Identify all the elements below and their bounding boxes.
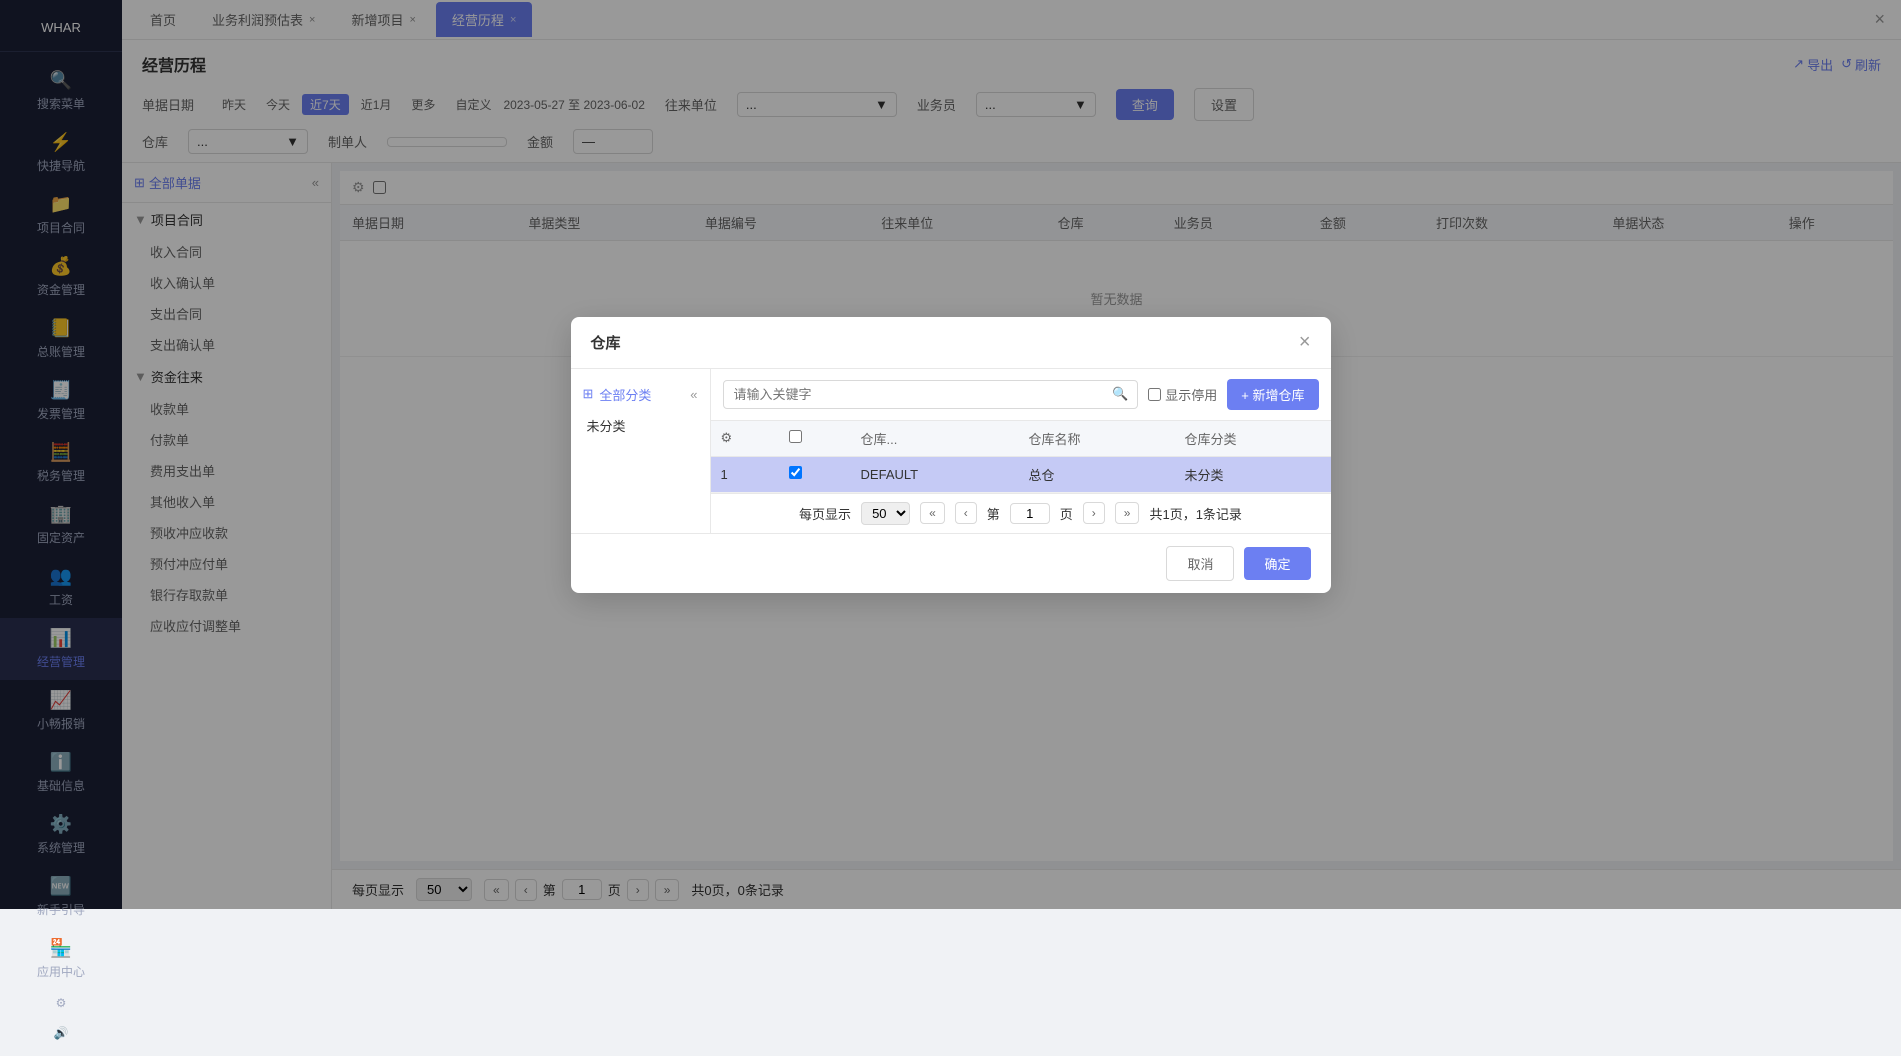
modal-table: ⚙ 仓库... 仓库名称 仓库分类 bbox=[711, 421, 1331, 493]
modal-col-checkbox bbox=[779, 421, 850, 457]
modal-table-header: ⚙ 仓库... 仓库名称 仓库分类 bbox=[711, 421, 1331, 457]
modal-next-page-btn[interactable]: › bbox=[1083, 502, 1105, 524]
modal-sidebar: ⊞ 全部分类 « 未分类 bbox=[571, 369, 711, 533]
modal-last-page-btn[interactable]: » bbox=[1115, 502, 1140, 524]
modal-first-page-btn[interactable]: « bbox=[920, 502, 945, 524]
modal-col-code: 仓库... bbox=[851, 421, 1019, 457]
modal-col-settings-icon[interactable]: ⚙ bbox=[721, 430, 733, 445]
modal-toolbar: 🔍 显示停用 + 新增仓库 bbox=[711, 369, 1331, 421]
modal-search: 🔍 bbox=[723, 380, 1139, 409]
sidebar-bottom: ⚙ 🔊 bbox=[0, 990, 122, 1056]
modal-header: 仓库 × bbox=[571, 317, 1331, 369]
modal-cancel-btn[interactable]: 取消 bbox=[1166, 546, 1234, 581]
modal-row-category: 未分类 bbox=[1174, 456, 1330, 492]
modal-sidebar-unclassified[interactable]: 未分类 bbox=[571, 410, 710, 441]
modal-row-select-checkbox[interactable] bbox=[789, 466, 802, 479]
modal-sidebar-collapse-btn[interactable]: « bbox=[690, 387, 697, 402]
modal-page-size-label: 每页显示 bbox=[799, 504, 851, 523]
modal-row-name: 总仓 bbox=[1019, 456, 1175, 492]
sidebar-speaker-icon: 🔊 bbox=[54, 1026, 69, 1040]
modal-col-category: 仓库分类 bbox=[1174, 421, 1330, 457]
sidebar-item-appcenter[interactable]: 🏪 应用中心 bbox=[0, 928, 122, 990]
modal-show-disabled-checkbox[interactable] bbox=[1148, 388, 1161, 401]
modal-footer-pagination: 每页显示 50 « ‹ 第 页 › » 共1页，1条记录 bbox=[711, 493, 1331, 533]
modal-body: ⊞ 全部分类 « 未分类 🔍 显示停用 bbox=[571, 369, 1331, 533]
modal-show-disabled-label: 显示停用 bbox=[1148, 385, 1217, 404]
warehouse-modal: 仓库 × ⊞ 全部分类 « 未分类 🔍 bbox=[571, 317, 1331, 593]
modal-sidebar-header[interactable]: ⊞ 全部分类 « bbox=[571, 379, 710, 410]
modal-page-size-select[interactable]: 50 bbox=[861, 502, 910, 525]
modal-row-code: DEFAULT bbox=[851, 456, 1019, 492]
sidebar-settings-icon: ⚙ bbox=[56, 996, 67, 1010]
modal-table-container: ⚙ 仓库... 仓库名称 仓库分类 bbox=[711, 421, 1331, 493]
modal-row-checkbox bbox=[779, 456, 850, 492]
modal-overlay: 仓库 × ⊞ 全部分类 « 未分类 🔍 bbox=[0, 0, 1901, 909]
modal-search-input[interactable] bbox=[723, 380, 1139, 409]
modal-title: 仓库 bbox=[591, 332, 621, 353]
modal-col-name: 仓库名称 bbox=[1019, 421, 1175, 457]
modal-close-btn[interactable]: × bbox=[1299, 331, 1311, 354]
modal-search-icon: 🔍 bbox=[1112, 386, 1128, 402]
modal-footer-actions: 取消 确定 bbox=[571, 533, 1331, 593]
modal-prev-page-btn[interactable]: ‹ bbox=[955, 502, 977, 524]
modal-page-label: 第 bbox=[987, 504, 1000, 523]
modal-row-settings: 1 bbox=[711, 456, 780, 492]
modal-main: 🔍 显示停用 + 新增仓库 ⚙ bbox=[711, 369, 1331, 533]
sidebar-settings-btn[interactable]: ⚙ bbox=[0, 990, 122, 1016]
modal-select-all-checkbox[interactable] bbox=[789, 430, 802, 443]
modal-page-input[interactable] bbox=[1010, 503, 1050, 524]
modal-sidebar-grid-icon: ⊞ bbox=[583, 386, 594, 402]
appcenter-icon: 🏪 bbox=[50, 938, 72, 959]
modal-page-unit: 页 bbox=[1060, 504, 1073, 523]
modal-total-label: 共1页，1条记录 bbox=[1149, 504, 1241, 523]
sidebar-speaker-btn[interactable]: 🔊 bbox=[0, 1020, 122, 1046]
add-warehouse-btn[interactable]: + 新增仓库 bbox=[1227, 379, 1318, 410]
modal-confirm-btn[interactable]: 确定 bbox=[1244, 547, 1310, 580]
modal-table-row[interactable]: 1 DEFAULT 总仓 未分类 bbox=[711, 456, 1331, 492]
modal-col-settings: ⚙ bbox=[711, 421, 780, 457]
